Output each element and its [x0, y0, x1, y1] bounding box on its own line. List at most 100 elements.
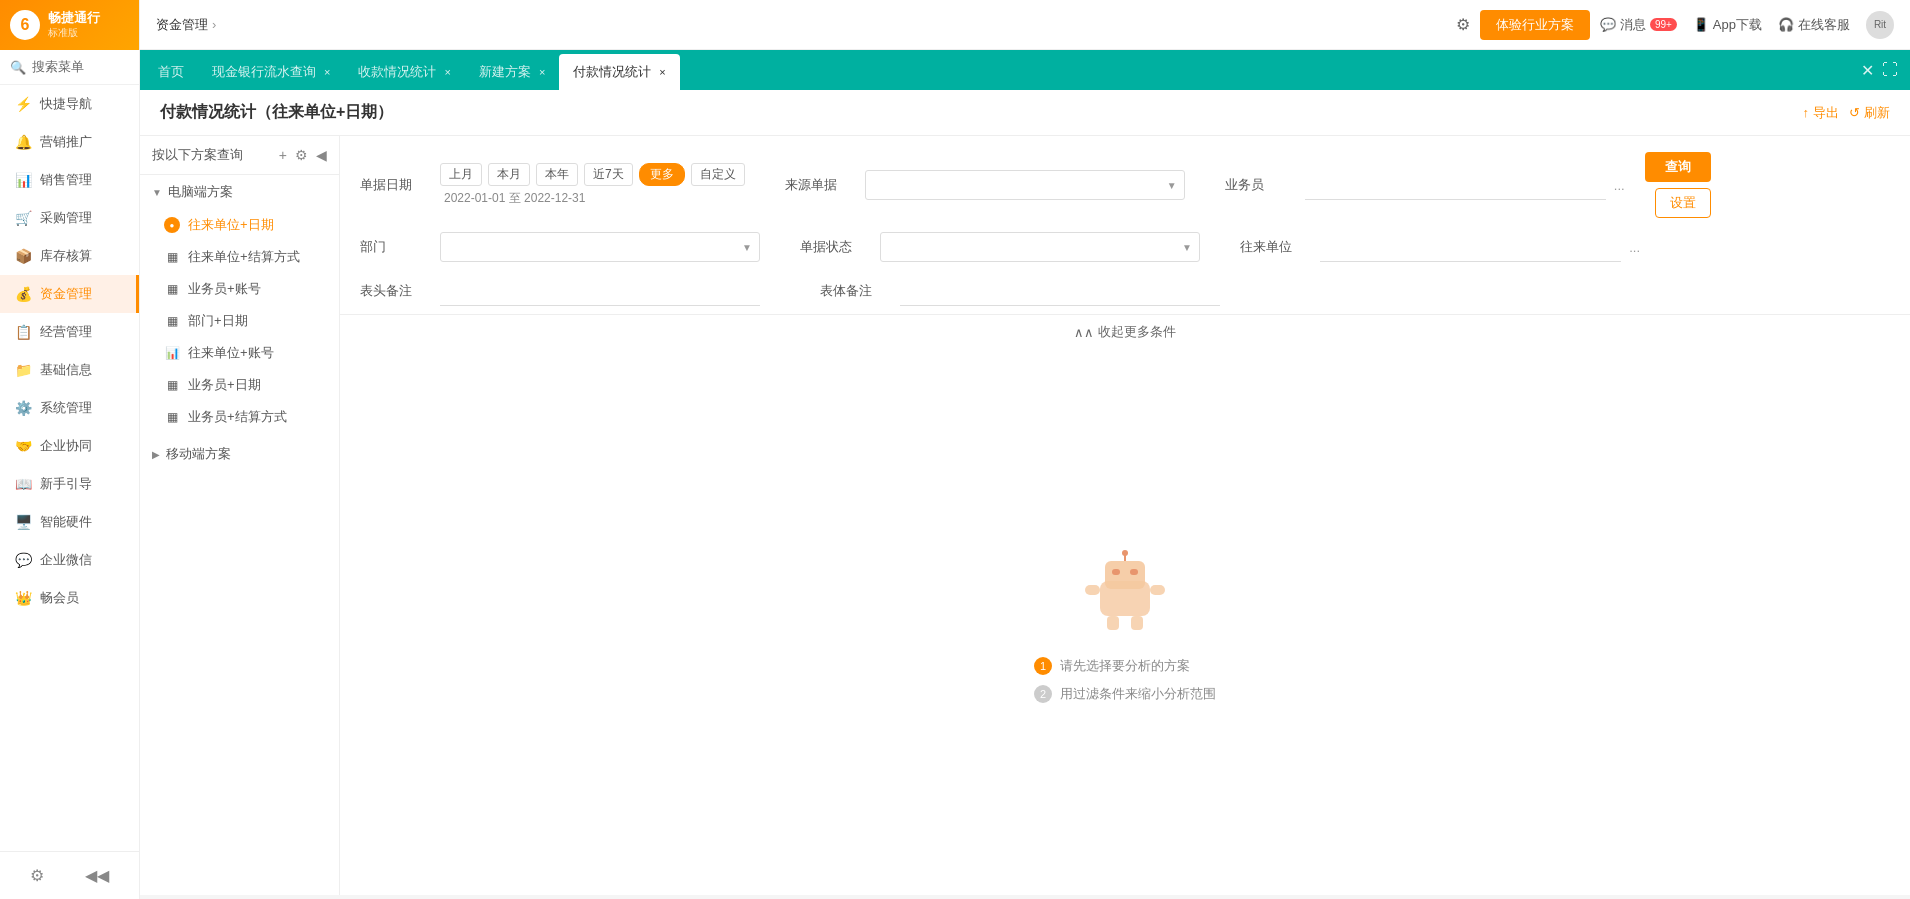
svg-rect-6 — [1107, 616, 1119, 630]
solution-group-desktop: ▼ 电脑端方案 ● 往来单位+日期 ▦ 往来单位+结算方式 ▦ 业务员+账号 — [140, 175, 339, 433]
staff-input-wrap: ... — [1305, 170, 1625, 200]
solution-chart-icon: 📊 — [164, 345, 180, 361]
quick-nav-icon: ⚡ — [14, 96, 32, 112]
page-header: 付款情况统计（往来单位+日期） ↑ 导出 ↺ 刷新 — [140, 90, 1910, 136]
sidebar-item-member[interactable]: 👑 畅会员 — [0, 579, 139, 617]
operation-icon: 📋 — [14, 324, 32, 340]
solution-item-partner-account[interactable]: 📊 往来单位+账号 — [140, 337, 339, 369]
solution-item-dept-date[interactable]: ▦ 部门+日期 — [140, 305, 339, 337]
solution-item-staff-settlement[interactable]: ▦ 业务员+结算方式 — [140, 401, 339, 433]
message-action[interactable]: 💬 消息 99+ — [1600, 16, 1677, 34]
date-btn-last-month[interactable]: 上月 — [440, 163, 482, 186]
trial-button[interactable]: 体验行业方案 — [1480, 10, 1590, 40]
tab-bar-actions: ✕ ⛶ — [1853, 50, 1906, 90]
refresh-button[interactable]: ↺ 刷新 — [1849, 104, 1890, 122]
top-header: 资金管理 › ⚙ 体验行业方案 💬 消息 99+ 📱 App下载 🎧 在线客服 … — [140, 0, 1910, 50]
header-note-wrap — [440, 276, 760, 306]
sidebar-search[interactable]: 🔍 搜索菜单 — [0, 50, 139, 85]
tab-close-payment[interactable]: × — [659, 66, 665, 78]
date-btn-custom[interactable]: 自定义 — [691, 163, 745, 186]
filter-row-1: 单据日期 上月 本月 本年 近7天 更多 自定义 20 — [360, 152, 1890, 218]
breadcrumb: 资金管理 › — [156, 16, 1446, 34]
mobile-arrow-icon: ▶ — [152, 449, 160, 460]
tab-close-receipts[interactable]: × — [444, 66, 450, 78]
date-btn-more[interactable]: 更多 — [639, 163, 685, 186]
doc-status-select[interactable] — [880, 232, 1200, 262]
tab-bank[interactable]: 现金银行流水查询 × — [198, 54, 344, 90]
tab-close-bank[interactable]: × — [324, 66, 330, 78]
solution-item-staff-date[interactable]: ▦ 业务员+日期 — [140, 369, 339, 401]
tab-close-new-plan[interactable]: × — [539, 66, 545, 78]
sidebar-brand: 畅捷通行 标准版 — [48, 10, 100, 40]
sidebar-collapse-icon[interactable]: ◀◀ — [81, 862, 113, 889]
dept-select-wrap: ▼ — [440, 232, 760, 262]
solution-item-partner-date[interactable]: ● 往来单位+日期 — [140, 209, 339, 241]
collapse-more-btn[interactable]: ∧∧ 收起更多条件 — [340, 314, 1910, 349]
sidebar-item-capital[interactable]: 💰 资金管理 — [0, 275, 139, 313]
dept-select[interactable] — [440, 232, 760, 262]
tab-new-plan[interactable]: 新建方案 × — [465, 54, 559, 90]
solution-collapse-icon[interactable]: ◀ — [316, 147, 327, 163]
page-title: 付款情况统计（往来单位+日期） — [160, 102, 393, 123]
sidebar-item-hardware[interactable]: 🖥️ 智能硬件 — [0, 503, 139, 541]
tab-maximize-icon[interactable]: ⛶ — [1882, 61, 1898, 79]
sidebar-item-operation[interactable]: 📋 经营管理 — [0, 313, 139, 351]
sidebar-item-inventory[interactable]: 📦 库存核算 — [0, 237, 139, 275]
tab-bar: 首页 现金银行流水查询 × 收款情况统计 × 新建方案 × 付款情况统计 × ✕… — [140, 50, 1910, 90]
tab-receipts[interactable]: 收款情况统计 × — [344, 54, 464, 90]
solution-group-desktop-header[interactable]: ▼ 电脑端方案 — [140, 175, 339, 209]
sidebar-footer: ⚙ ◀◀ — [0, 851, 139, 899]
source-select[interactable] — [865, 170, 1185, 200]
sidebar-item-marketing[interactable]: 🔔 营销推广 — [0, 123, 139, 161]
date-btn-this-month[interactable]: 本月 — [488, 163, 530, 186]
guide-icon: 📖 — [14, 476, 32, 492]
sidebar-item-wechat[interactable]: 💬 企业微信 — [0, 541, 139, 579]
header-note-input[interactable] — [440, 276, 760, 306]
user-avatar[interactable]: Rit — [1866, 11, 1894, 39]
solution-group-mobile: ▶ 移动端方案 — [140, 437, 339, 471]
hardware-icon: 🖥️ — [14, 514, 32, 530]
purchase-icon: 🛒 — [14, 210, 32, 226]
solution-panel-header: 按以下方案查询 + ⚙ ◀ — [140, 136, 339, 175]
inventory-icon: 📦 — [14, 248, 32, 264]
main-area: 资金管理 › ⚙ 体验行业方案 💬 消息 99+ 📱 App下载 🎧 在线客服 … — [140, 0, 1910, 899]
app-download-action[interactable]: 📱 App下载 — [1693, 16, 1762, 34]
solution-group-mobile-header[interactable]: ▶ 移动端方案 — [140, 437, 339, 471]
solution-settings-icon[interactable]: ⚙ — [295, 147, 308, 163]
solution-active-icon: ● — [164, 217, 180, 233]
sidebar-item-system[interactable]: ⚙️ 系统管理 — [0, 389, 139, 427]
header-settings-icon[interactable]: ⚙ — [1456, 15, 1470, 34]
query-button[interactable]: 查询 — [1645, 152, 1711, 182]
group-arrow-icon: ▼ — [152, 187, 162, 198]
counterpart-more-icon[interactable]: ... — [1629, 240, 1640, 255]
add-solution-icon[interactable]: + — [279, 147, 287, 163]
filter-settings-button[interactable]: 设置 — [1655, 188, 1711, 218]
body-note-input[interactable] — [900, 276, 1220, 306]
solution-item-staff-account[interactable]: ▦ 业务员+账号 — [140, 273, 339, 305]
date-range-text: 2022-01-01 至 2022-12-31 — [444, 190, 745, 207]
filter-section: 单据日期 上月 本月 本年 近7天 更多 自定义 20 — [340, 136, 1910, 349]
tab-home[interactable]: 首页 — [144, 54, 198, 90]
enterprise-icon: 🤝 — [14, 438, 32, 454]
sidebar-item-basic[interactable]: 📁 基础信息 — [0, 351, 139, 389]
counterpart-input[interactable] — [1320, 232, 1621, 262]
sidebar-item-sales[interactable]: 📊 销售管理 — [0, 161, 139, 199]
staff-more-icon[interactable]: ... — [1614, 178, 1625, 193]
sidebar-item-enterprise[interactable]: 🤝 企业协同 — [0, 427, 139, 465]
tab-payment[interactable]: 付款情况统计 × — [559, 54, 679, 90]
tip-num-1: 1 — [1034, 657, 1052, 675]
svg-rect-1 — [1105, 561, 1145, 589]
date-btn-this-year[interactable]: 本年 — [536, 163, 578, 186]
date-btn-7days[interactable]: 近7天 — [584, 163, 633, 186]
sidebar-item-quick-nav[interactable]: ⚡ 快捷导航 — [0, 85, 139, 123]
solution-item-partner-settlement[interactable]: ▦ 往来单位+结算方式 — [140, 241, 339, 273]
sidebar-item-guide[interactable]: 📖 新手引导 — [0, 465, 139, 503]
settings-gear-icon[interactable]: ⚙ — [26, 862, 48, 889]
header-note-label: 表头备注 — [360, 282, 420, 300]
export-button[interactable]: ↑ 导出 — [1803, 104, 1840, 122]
online-service-action[interactable]: 🎧 在线客服 — [1778, 16, 1850, 34]
sidebar-item-purchase[interactable]: 🛒 采购管理 — [0, 199, 139, 237]
tab-close-all-icon[interactable]: ✕ — [1861, 61, 1874, 80]
staff-input[interactable] — [1305, 170, 1606, 200]
doc-status-select-wrap: ▼ — [880, 232, 1200, 262]
